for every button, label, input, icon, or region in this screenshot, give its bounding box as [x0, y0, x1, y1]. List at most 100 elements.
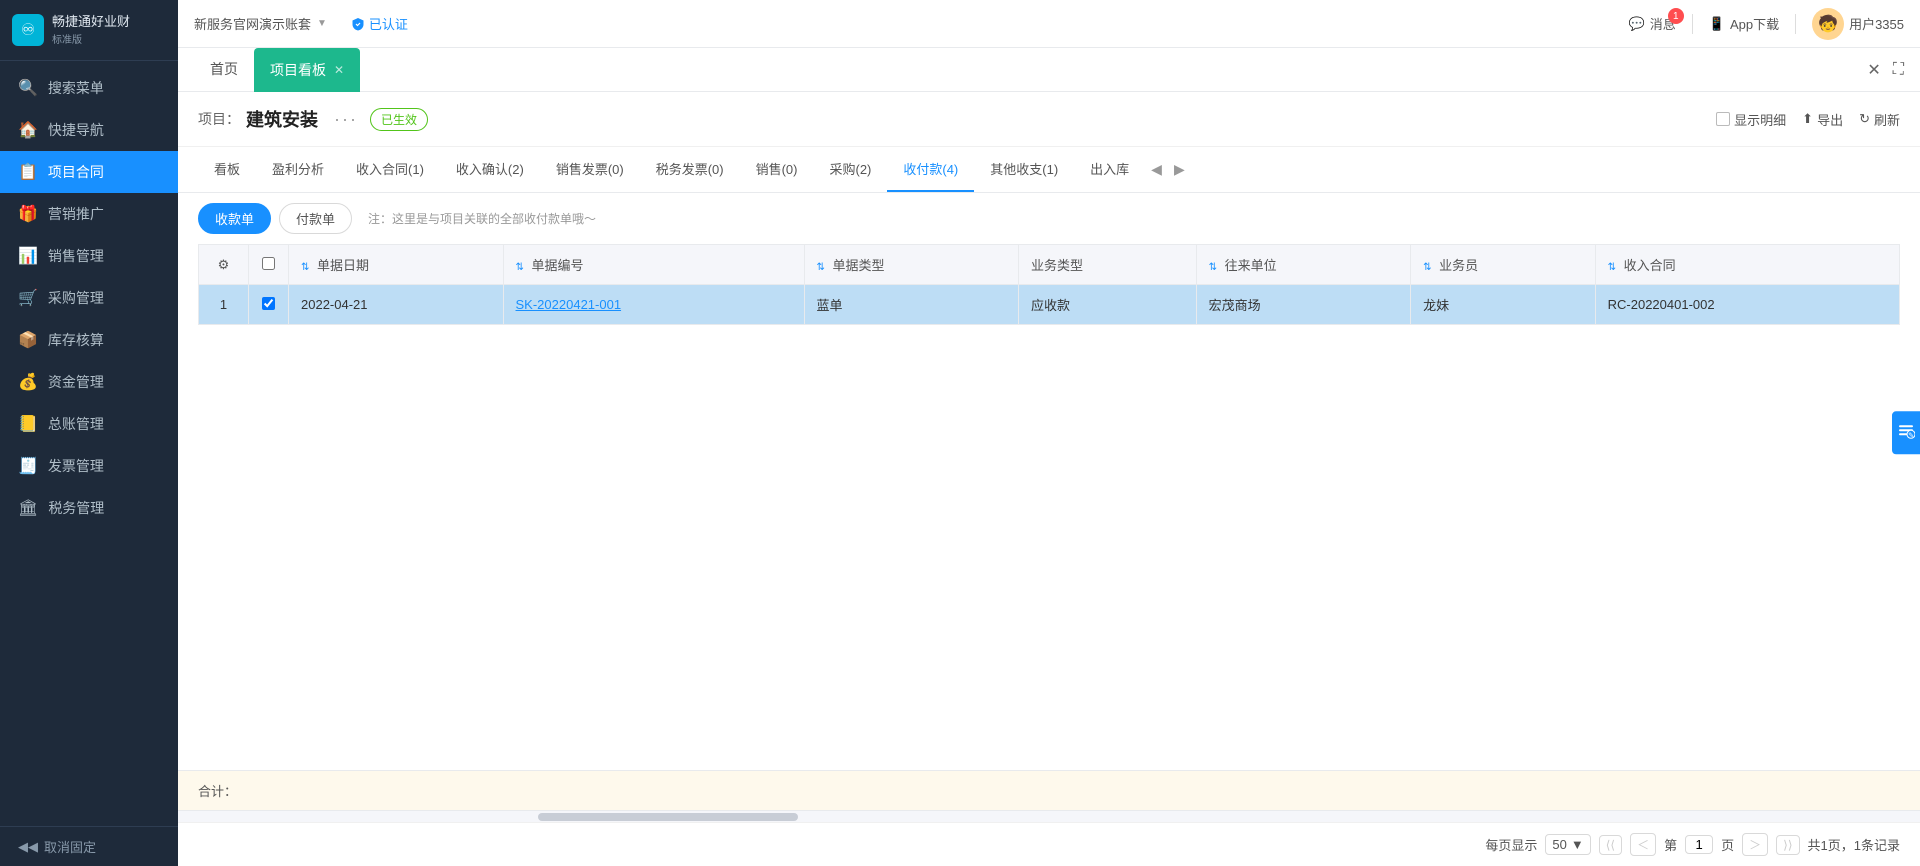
sidebar-item-tax[interactable]: 🏛 税务管理	[0, 487, 178, 529]
first-page-button[interactable]: ⟨⟨	[1599, 835, 1622, 855]
table-header-row: ⚙ ⇅ 单据日期 ⇅ 单据编号	[199, 245, 1900, 285]
nav-tab-sales[interactable]: 销售(0)	[740, 147, 814, 192]
sidebar-unpin-button[interactable]: ◀◀ 取消固定	[0, 826, 178, 866]
more-icon[interactable]: ···	[334, 109, 358, 130]
sidebar-item-label: 搜索菜单	[48, 78, 104, 98]
sidebar-item-search[interactable]: 🔍 搜索菜单	[0, 67, 178, 109]
prev-page-button[interactable]: ＜	[1630, 833, 1656, 856]
show-detail-button[interactable]: 显示明细	[1716, 110, 1786, 129]
search-icon: 🔍	[18, 78, 38, 98]
float-btn-icon: ✎	[1897, 421, 1915, 439]
scrollbar-thumb[interactable]	[538, 813, 798, 821]
row-number-link[interactable]: SK-20220421-001	[516, 297, 622, 312]
page-size-select[interactable]: 50 ▼	[1545, 834, 1590, 855]
page-text-label: 第	[1664, 835, 1677, 854]
nav-tab-sales-invoice[interactable]: 销售发票(0)	[540, 147, 640, 192]
sidebar-item-label: 库存核算	[48, 330, 104, 350]
sidebar-item-sales[interactable]: 📊 销售管理	[0, 235, 178, 277]
payment-tab-button[interactable]: 付款单	[279, 203, 352, 234]
sidebar-item-purchase[interactable]: 🛒 采购管理	[0, 277, 178, 319]
avatar: 🧒	[1812, 8, 1844, 40]
row-type: 蓝单	[804, 285, 1019, 325]
sidebar-item-ledger[interactable]: 📒 总账管理	[0, 403, 178, 445]
tab-close-icon[interactable]: ✕	[334, 63, 344, 77]
row-num: 1	[199, 285, 249, 325]
project-actions: 显示明细 ⬆ 导出 ↻ 刷新	[1716, 110, 1900, 129]
tabs-bar: 首页 项目看板 ✕ ✕ ⛶	[178, 48, 1920, 92]
app-logo-icon: ♾	[12, 14, 44, 46]
col-partner-header[interactable]: ⇅ 往来单位	[1196, 245, 1411, 285]
project-icon: 📋	[18, 162, 38, 182]
sidebar-item-fund[interactable]: 💰 资金管理	[0, 361, 178, 403]
nav-tab-income-confirm[interactable]: 收入确认(2)	[440, 147, 540, 192]
refresh-button[interactable]: ↻ 刷新	[1859, 110, 1900, 129]
topbar: 新服务官网演示账套 ▼ 已认证 💬 消息 1 📱 App下载 🧒 用户3	[178, 0, 1920, 48]
window-controls: ✕ ⛶	[1867, 60, 1904, 80]
nav-tab-other-expense[interactable]: 其他收支(1)	[974, 147, 1074, 192]
total-row: 合计：	[178, 770, 1920, 810]
last-page-button[interactable]: ⟩⟩	[1776, 835, 1799, 855]
col-date-header[interactable]: ⇅ 单据日期	[289, 245, 504, 285]
nav-tab-tax-invoice[interactable]: 税务发票(0)	[640, 147, 740, 192]
sidebar-item-label: 快捷导航	[48, 120, 104, 140]
nav-left-arrow-icon[interactable]: ◀	[1145, 157, 1168, 182]
close-window-icon[interactable]: ✕	[1867, 60, 1880, 80]
float-action-button[interactable]: ✎	[1892, 411, 1920, 454]
workspace-selector[interactable]: 新服务官网演示账套 ▼	[194, 14, 327, 33]
row-date: 2022-04-21	[289, 285, 504, 325]
user-button[interactable]: 🧒 用户3355	[1812, 8, 1904, 40]
sidebar-item-invoice[interactable]: 🧾 发票管理	[0, 445, 178, 487]
nav-tab-kanban[interactable]: 看板	[198, 147, 256, 192]
status-badge: 已生效	[370, 108, 428, 131]
tab-project-board[interactable]: 项目看板 ✕	[254, 48, 360, 92]
phone-icon: 📱	[1709, 16, 1725, 32]
message-button[interactable]: 💬 消息 1	[1629, 14, 1676, 33]
sidebar-item-marketing[interactable]: 🎁 营销推广	[0, 193, 178, 235]
sidebar-item-project-contract[interactable]: 📋 项目合同	[0, 151, 178, 193]
tab-home[interactable]: 首页	[194, 48, 254, 92]
next-page-button[interactable]: ＞	[1742, 833, 1768, 856]
col-salesperson-header[interactable]: ⇅ 业务员	[1411, 245, 1596, 285]
nav-tab-income-contract[interactable]: 收入合同(1)	[340, 147, 440, 192]
content-area: 项目： 建筑安装 ··· 已生效 显示明细 ⬆ 导出 ↻ 刷新	[178, 92, 1920, 866]
receipt-tab-button[interactable]: 收款单	[198, 203, 271, 234]
row-checkbox[interactable]	[262, 297, 275, 310]
nav-right-arrow-icon[interactable]: ▶	[1168, 157, 1191, 182]
sort-icon: ⇅	[1423, 262, 1431, 273]
nav-tab-receipt[interactable]: 收付款(4)	[887, 147, 974, 192]
sidebar-item-inventory[interactable]: 📦 库存核算	[0, 319, 178, 361]
horizontal-scrollbar[interactable]	[178, 810, 1920, 822]
tax-icon: 🏛	[18, 498, 38, 518]
table-row[interactable]: 1 2022-04-21 SK-20220421-001 蓝单 应收款 宏茂商场…	[199, 285, 1900, 325]
topbar-divider-2	[1795, 14, 1796, 34]
col-type-header[interactable]: ⇅ 单据类型	[804, 245, 1019, 285]
topbar-left: 新服务官网演示账套 ▼ 已认证	[194, 14, 1629, 33]
app-logo-text: 畅捷通好业财 标准版	[52, 14, 130, 46]
message-badge: 1	[1668, 8, 1684, 24]
page-size-label: 每页显示	[1485, 835, 1537, 854]
settings-icon[interactable]: ⚙	[218, 257, 230, 272]
app-download-button[interactable]: 📱 App下载	[1709, 14, 1779, 33]
sidebar: ♾ 畅捷通好业财 标准版 🔍 搜索菜单 🏠 快捷导航 📋 项目合同 🎁 营销推广…	[0, 0, 178, 866]
sidebar-item-label: 税务管理	[48, 498, 104, 518]
sort-icon: ⇅	[1209, 262, 1217, 273]
message-icon: 💬	[1629, 16, 1645, 32]
nav-tab-profit[interactable]: 盈利分析	[256, 147, 340, 192]
detail-checkbox-icon	[1716, 112, 1730, 126]
home-icon: 🏠	[18, 120, 38, 140]
topbar-right: 💬 消息 1 📱 App下载 🧒 用户3355	[1629, 8, 1904, 40]
sidebar-item-quick-nav[interactable]: 🏠 快捷导航	[0, 109, 178, 151]
sidebar-item-label: 采购管理	[48, 288, 104, 308]
invoice-icon: 🧾	[18, 456, 38, 476]
nav-tab-purchase[interactable]: 采购(2)	[813, 147, 887, 192]
pagination: 每页显示 50 ▼ ⟨⟨ ＜ 第 页 ＞ ⟩⟩ 共1页，1条记录	[178, 822, 1920, 866]
page-suffix-label: 页	[1721, 835, 1734, 854]
maximize-window-icon[interactable]: ⛶	[1893, 61, 1904, 79]
row-number: SK-20220421-001	[503, 285, 804, 325]
nav-tab-in-out[interactable]: 出入库	[1074, 147, 1145, 192]
col-income-contract-header[interactable]: ⇅ 收入合同	[1595, 245, 1899, 285]
select-all-checkbox[interactable]	[262, 257, 275, 270]
export-button[interactable]: ⬆ 导出	[1802, 110, 1843, 129]
page-number-input[interactable]	[1685, 835, 1713, 854]
col-number-header[interactable]: ⇅ 单据编号	[503, 245, 804, 285]
